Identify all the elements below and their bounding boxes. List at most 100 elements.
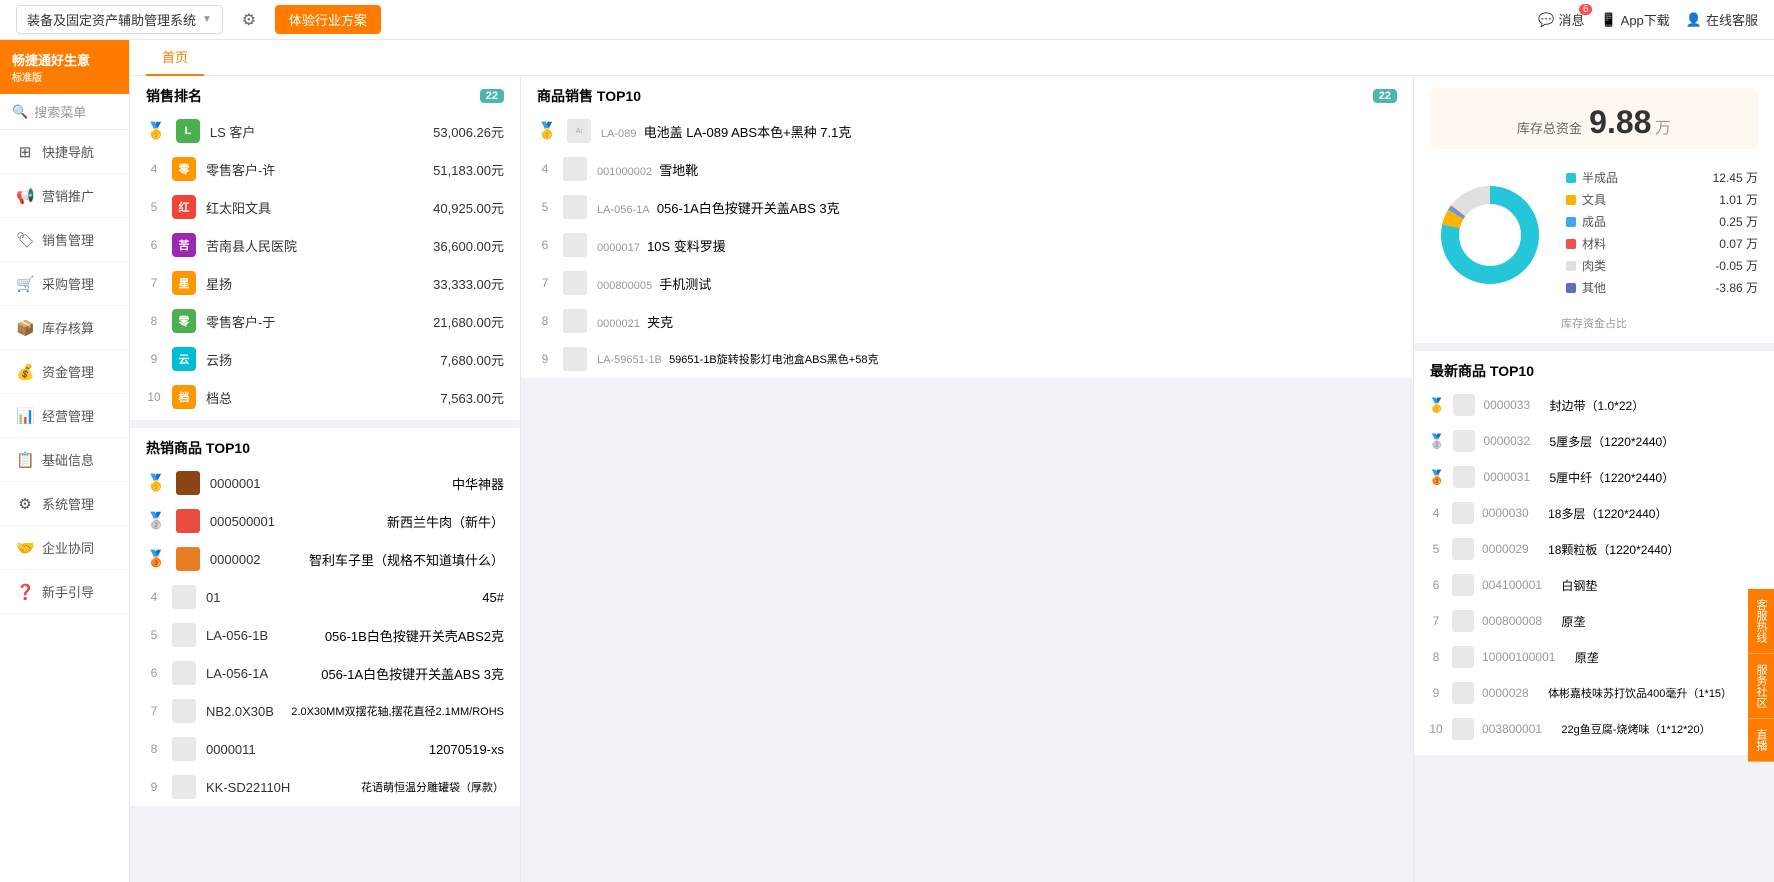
list-item[interactable]: 6 LA-056-1A 056-1A白色按键开关盖ABS 3克 xyxy=(130,654,520,692)
list-item[interactable]: 9 KK-SD22110H 花语萌恒温分雕罐袋（厚款） xyxy=(130,768,520,806)
legend-name-4: 肉类 xyxy=(1582,257,1709,274)
latest-rank-6: 6 xyxy=(1428,578,1444,592)
list-item[interactable]: 🥇 Ai LA-089 电池盖 LA-089 ABS本色+黑种 7.1克 xyxy=(521,112,1413,150)
sidebar-item-basics[interactable]: 📋 基础信息 xyxy=(0,438,129,482)
list-item[interactable]: 🥉 0000002 智利车子里（规格不知道填什么） xyxy=(130,540,520,578)
list-item[interactable]: 8 0000021 夹克 xyxy=(521,302,1413,340)
customer-count-badge: 22 xyxy=(480,89,504,103)
sidebar-item-finance[interactable]: 💰 资金管理 xyxy=(0,350,129,394)
rank-num-6: 8 xyxy=(146,314,162,328)
hot-product-name-1: 中华神器 xyxy=(452,474,504,493)
latest-medal-2: 🥈 xyxy=(1428,433,1445,450)
list-item[interactable]: 9 云 云扬 7,680.00元 xyxy=(130,340,520,378)
prod-img-4 xyxy=(563,233,587,257)
rank-num-3: 5 xyxy=(146,200,162,214)
float-service-live[interactable]: 直播 xyxy=(1748,719,1774,762)
legend-val-3: 0.07 万 xyxy=(1719,235,1758,252)
customer-ranking-title: 销售排名 xyxy=(146,86,202,106)
list-item[interactable]: 5 LA-056-1B 056-1B白色按键开关壳ABS2克 xyxy=(130,616,520,654)
customer-ranking-section: 销售排名 22 🥇 L LS 客户 53,006.26元 4 零 零售客 xyxy=(130,76,520,420)
latest-item[interactable]: 8 10000100001 原垄 xyxy=(1414,639,1774,675)
customer-amount-7: 7,680.00元 xyxy=(440,350,504,369)
latest-item[interactable]: 7 000800008 原垄 xyxy=(1414,603,1774,639)
list-item[interactable]: 5 红 红太阳文具 40,925.00元 xyxy=(130,188,520,226)
list-item[interactable]: 4 01 45# xyxy=(130,578,520,616)
list-item[interactable]: 7 NB2.0X30B 2.0X30MM双摆花轴,摆花直径2.1MM/ROHS xyxy=(130,692,520,730)
list-item[interactable]: 4 001000002 雪地靴 xyxy=(521,150,1413,188)
latest-item[interactable]: 🥉 0000031 5厘中纤（1220*2440） xyxy=(1414,459,1774,495)
latest-item[interactable]: 🥇 0000033 封边带（1.0*22） xyxy=(1414,387,1774,423)
system-selector[interactable]: 装备及固定资产辅助管理系统 ▼ xyxy=(16,5,223,34)
sidebar-item-inventory[interactable]: 📦 库存核算 xyxy=(0,306,129,350)
latest-img-7 xyxy=(1452,610,1474,632)
list-item[interactable]: 9 LA-59651-1B 59651-1B旋转投影灯电池盒ABS黑色+58克 xyxy=(521,340,1413,378)
list-item[interactable]: 6 0000017 10S 变料罗援 xyxy=(521,226,1413,264)
prod-rank-7: 9 xyxy=(537,352,553,366)
online-service-item[interactable]: 👤 在线客服 xyxy=(1686,10,1758,29)
avatar-4: 苦 xyxy=(172,233,196,257)
prod-img-5 xyxy=(563,271,587,295)
sidebar-item-marketing[interactable]: 📢 营销推广 xyxy=(0,174,129,218)
sidebar-item-guide[interactable]: ❓ 新手引导 xyxy=(0,570,129,614)
latest-rank-4: 4 xyxy=(1428,506,1444,520)
legend-dot-4 xyxy=(1566,261,1576,271)
legend-item-2: 成品 0.25 万 xyxy=(1566,213,1758,230)
latest-img-4 xyxy=(1452,502,1474,524)
legend-item-1: 文具 1.01 万 xyxy=(1566,191,1758,208)
search-menu[interactable]: 🔍 搜索菜单 xyxy=(0,94,129,130)
settings-icon[interactable]: ⚙ xyxy=(235,6,263,34)
list-item[interactable]: 7 星 星扬 33,333.00元 xyxy=(130,264,520,302)
legend-val-1: 1.01 万 xyxy=(1719,191,1758,208)
legend-dot-3 xyxy=(1566,239,1576,249)
float-service-community[interactable]: 服务社区 xyxy=(1748,654,1774,719)
legend-item-0: 半成品 12.45 万 xyxy=(1566,169,1758,186)
sidebar-item-quick-nav[interactable]: ⊞ 快捷导航 xyxy=(0,130,129,174)
legend-item-3: 材料 0.07 万 xyxy=(1566,235,1758,252)
sidebar-item-operations[interactable]: 📊 经营管理 xyxy=(0,394,129,438)
customer-name-5: 星扬 xyxy=(206,274,423,293)
sidebar-item-company[interactable]: 🤝 企业协同 xyxy=(0,526,129,570)
sidebar-item-purchase[interactable]: 🛒 采购管理 xyxy=(0,262,129,306)
list-item[interactable]: 8 零 零售客户-于 21,680.00元 xyxy=(130,302,520,340)
list-item[interactable]: 🥈 000500001 新西兰牛肉（新牛） xyxy=(130,502,520,540)
sidebar-label-purchase: 采购管理 xyxy=(42,274,94,293)
notification-badge: 6 xyxy=(1579,4,1593,15)
latest-item[interactable]: 9 0000028 体彬嘉枝味苏打饮品400毫升（1*15） xyxy=(1414,675,1774,711)
prod-rank-2: 4 xyxy=(537,162,553,176)
notification-item[interactable]: 💬 消息 6 xyxy=(1538,10,1584,29)
hot-product-code-7: NB2.0X30B xyxy=(206,704,281,719)
list-item[interactable]: 5 LA-056-1A 056-1A白色按键开关盖ABS 3克 xyxy=(521,188,1413,226)
list-item[interactable]: 7 000800005 手机测试 xyxy=(521,264,1413,302)
list-item[interactable]: 10 档 档总 7,563.00元 xyxy=(130,378,520,416)
sidebar-label-finance: 资金管理 xyxy=(42,362,94,381)
sidebar-item-system[interactable]: ⚙ 系统管理 xyxy=(0,482,129,526)
legend-name-1: 文具 xyxy=(1582,191,1713,208)
app-download-item[interactable]: 📱 App下载 xyxy=(1600,10,1669,29)
trial-button[interactable]: 体验行业方案 xyxy=(275,5,381,34)
product-img-9 xyxy=(172,775,196,799)
latest-medal-1: 🥇 xyxy=(1428,397,1445,414)
inventory-unit: 万 xyxy=(1655,120,1671,137)
hot-rank-6: 6 xyxy=(146,666,162,680)
list-item[interactable]: 🥇 L LS 客户 53,006.26元 xyxy=(130,112,520,150)
sidebar-item-sales[interactable]: 🏷 销售管理 xyxy=(0,218,129,262)
latest-item[interactable]: 5 0000029 18颗粒板（1220*2440） xyxy=(1414,531,1774,567)
latest-item[interactable]: 4 0000030 18多层（1220*2440） xyxy=(1414,495,1774,531)
float-service-hotline[interactable]: 客服热线 xyxy=(1748,589,1774,654)
hot-product-code-3: 0000002 xyxy=(210,552,299,567)
list-item[interactable]: 6 苦 苦南县人民医院 36,600.00元 xyxy=(130,226,520,264)
list-item[interactable]: 8 0000011 12070519-xs xyxy=(130,730,520,768)
list-item[interactable]: 4 零 零售客户-许 51,183.00元 xyxy=(130,150,520,188)
latest-name-1: 封边带（1.0*22） xyxy=(1550,397,1645,414)
hot-product-name-3: 智利车子里（规格不知道填什么） xyxy=(309,550,504,569)
latest-item[interactable]: 🥈 0000032 5厘多层（1220*2440） xyxy=(1414,423,1774,459)
latest-name-7: 原垄 xyxy=(1561,613,1585,630)
tab-home[interactable]: 首页 xyxy=(146,40,204,76)
latest-item[interactable]: 6 004100001 白钢垫 xyxy=(1414,567,1774,603)
hot-product-code-5: LA-056-1B xyxy=(206,628,315,643)
list-item[interactable]: 🥇 0000001 中华神器 xyxy=(130,464,520,502)
latest-name-10: 22g鱼豆腐-烧烤味（1*12*20） xyxy=(1561,721,1710,737)
guide-icon: ❓ xyxy=(16,583,34,601)
product-sales-section: 商品销售 TOP10 22 🥇 Ai LA-089 电池盖 LA-089 ABS… xyxy=(521,76,1413,378)
latest-item[interactable]: 10 003800001 22g鱼豆腐-烧烤味（1*12*20） xyxy=(1414,711,1774,747)
